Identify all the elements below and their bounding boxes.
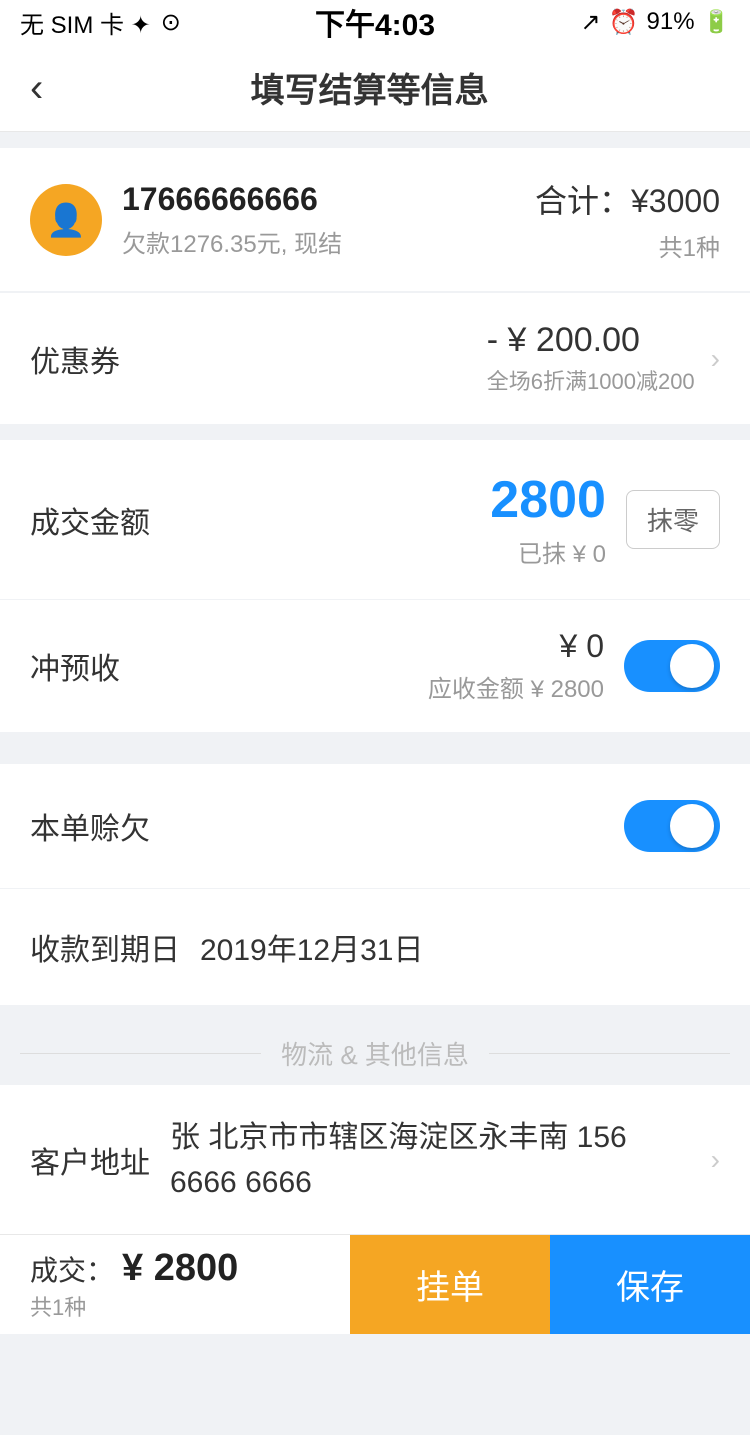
footer-deal-amount: ¥ 2800 (122, 1247, 238, 1290)
due-date-label: 收款到期日 (30, 925, 180, 969)
customer-card: 👤 17666666666 欠款1276.35元, 现结 合计：¥3000 共1… (0, 148, 750, 291)
footer: 成交： ¥ 2800 共1种 挂单 保存 (0, 1234, 750, 1334)
debt-row: 本单赊欠 (0, 764, 750, 888)
footer-deal-row: 成交： ¥ 2800 (30, 1247, 320, 1290)
status-left: 无 SIM 卡 ✦ ⊙ (20, 5, 181, 40)
due-date-row: 收款到期日 2019年12月31日 (0, 888, 750, 1005)
avatar: 👤 (30, 184, 102, 256)
customer-count: 共1种 (535, 228, 720, 263)
battery-icon: 🔋 (703, 9, 730, 35)
footer-deal-label: 成交： (30, 1249, 114, 1289)
debt-label: 本单赊欠 (30, 804, 150, 848)
debt-toggle[interactable] (624, 800, 720, 852)
deal-amount-sub: 已抹 ¥ 0 (490, 534, 606, 569)
round-button[interactable]: 抹零 (626, 490, 720, 549)
chong-label: 冲预收 (30, 644, 120, 688)
chong-right: ¥ 0 应收金额 ¥ 2800 (428, 628, 720, 704)
address-chevron-icon: › (711, 1144, 720, 1176)
footer-count: 共1种 (30, 1290, 320, 1322)
coupon-chevron-icon: › (711, 343, 720, 375)
location-icon: ↗ (581, 8, 601, 37)
chong-value-block: ¥ 0 应收金额 ¥ 2800 (428, 628, 604, 704)
chong-value: ¥ 0 (428, 628, 604, 665)
logistics-line-right (489, 1053, 730, 1054)
deal-amount-row: 成交金额 2800 已抹 ¥ 0 抹零 (30, 440, 720, 599)
customer-left: 👤 17666666666 欠款1276.35元, 现结 (30, 181, 342, 259)
save-button[interactable]: 保存 (550, 1235, 750, 1334)
deal-amount-value: 2800 (490, 470, 606, 530)
sim-signal: 无 SIM 卡 ✦ (20, 5, 151, 40)
coupon-amount: - ¥ 200.00 (487, 321, 695, 360)
footer-info: 成交： ¥ 2800 共1种 (0, 1235, 350, 1334)
nav-bar: ‹ 填写结算等信息 (0, 44, 750, 132)
address-value: 张 北京市市辖区海淀区永丰南 156 6666 6666 (170, 1115, 691, 1205)
logistics-text: 物流 & 其他信息 (281, 1035, 469, 1072)
coupon-row[interactable]: 优惠券 - ¥ 200.00 全场6折满1000减200 › (0, 293, 750, 424)
page-title: 填写结算等信息 (63, 63, 676, 112)
address-label: 客户地址 (30, 1138, 150, 1182)
customer-total: 合计：¥3000 (535, 176, 720, 222)
chong-row: 冲预收 ¥ 0 应收金额 ¥ 2800 (0, 599, 750, 732)
customer-right: 合计：¥3000 共1种 (535, 176, 720, 263)
alarm-icon: ⏰ (609, 8, 639, 37)
coupon-desc: 全场6折满1000减200 (487, 364, 695, 396)
amount-section: 成交金额 2800 已抹 ¥ 0 抹零 (0, 440, 750, 599)
hang-button[interactable]: 挂单 (350, 1235, 550, 1334)
logistics-divider: 物流 & 其他信息 (0, 1021, 750, 1085)
chong-sub: 应收金额 ¥ 2800 (428, 669, 604, 704)
address-row[interactable]: 客户地址 张 北京市市辖区海淀区永丰南 156 6666 6666 › (0, 1085, 750, 1235)
customer-debt: 欠款1276.35元, 现结 (122, 224, 342, 259)
battery-level: 91% (647, 8, 695, 36)
wifi-icon: ⊙ (161, 8, 181, 37)
section-divider-1 (0, 424, 750, 440)
chong-toggle[interactable] (624, 640, 720, 692)
coupon-right: - ¥ 200.00 全场6折满1000减200 › (487, 321, 720, 396)
deal-amount-right: 2800 已抹 ¥ 0 抹零 (490, 470, 720, 569)
customer-phone: 17666666666 (122, 181, 342, 218)
back-button[interactable]: ‹ (30, 68, 43, 108)
avatar-icon: 👤 (46, 201, 86, 239)
due-date-value: 2019年12月31日 (200, 925, 423, 969)
coupon-label: 优惠券 (30, 337, 120, 381)
status-bar: 无 SIM 卡 ✦ ⊙ 下午4:03 ↗ ⏰ 91% 🔋 (0, 0, 750, 44)
deal-amount-label: 成交金额 (30, 498, 150, 542)
status-time: 下午4:03 (315, 0, 435, 44)
status-right: ↗ ⏰ 91% 🔋 (581, 8, 730, 37)
customer-info: 17666666666 欠款1276.35元, 现结 (122, 181, 342, 259)
section-divider-2 (0, 732, 750, 748)
logistics-line-left (20, 1053, 261, 1054)
